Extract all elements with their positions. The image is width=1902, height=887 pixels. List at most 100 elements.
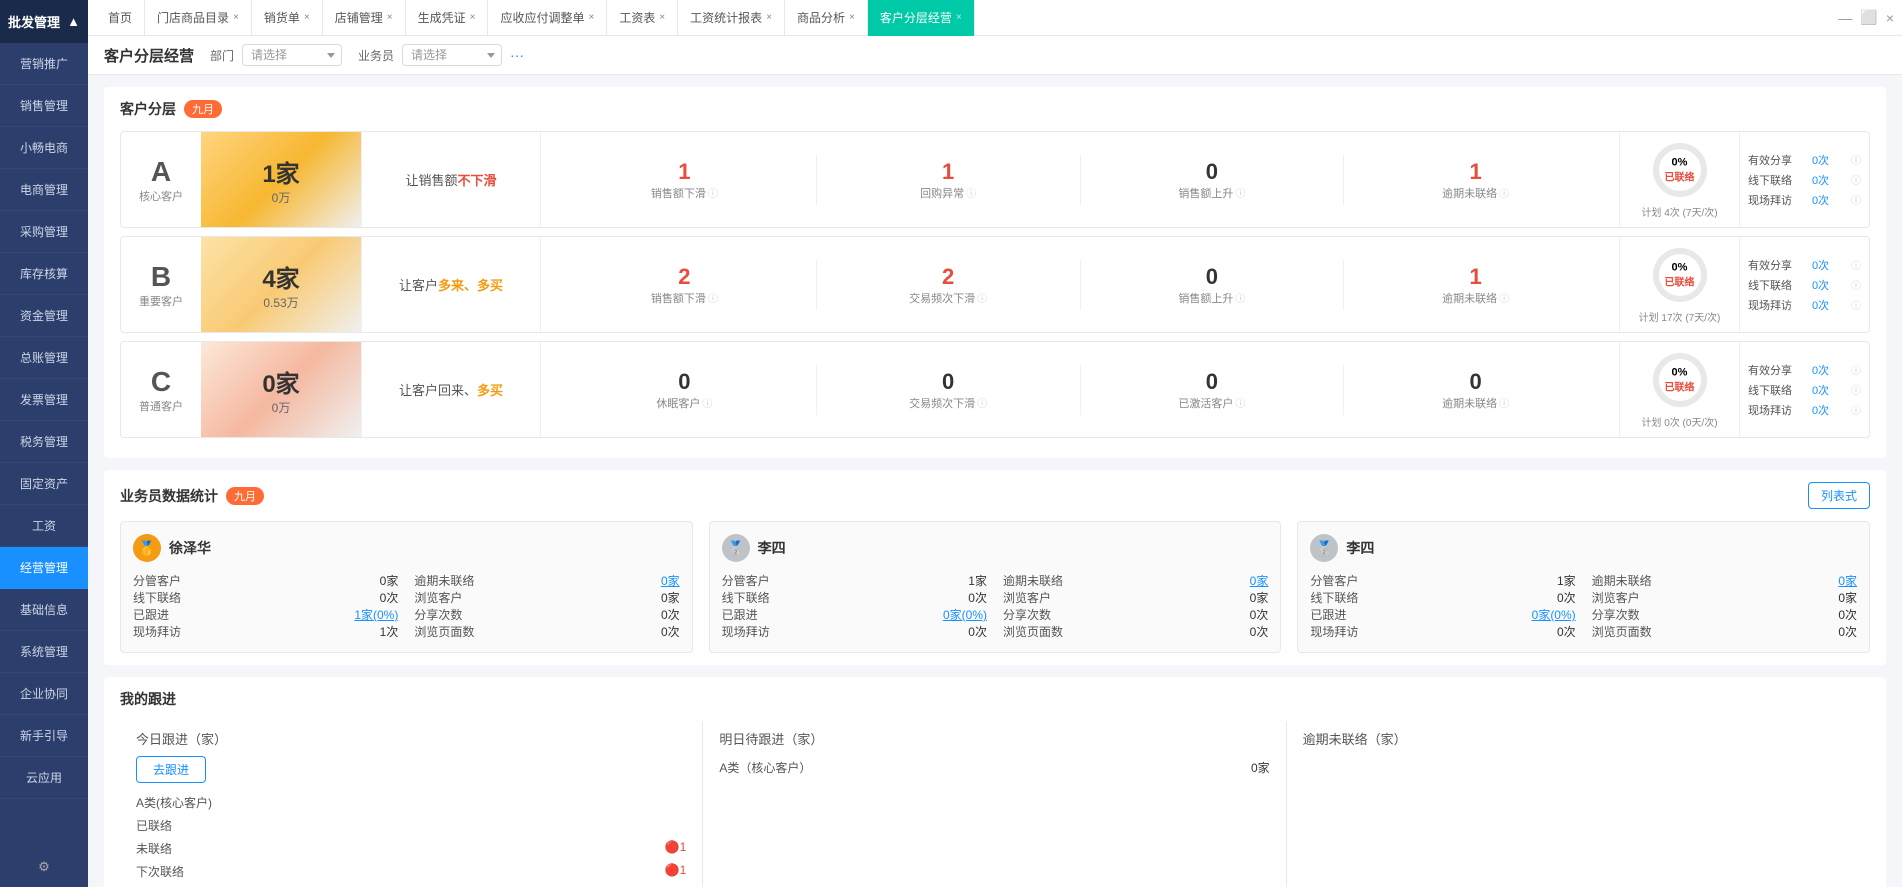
tab-close-icon[interactable]: × <box>659 12 665 23</box>
tab-label: 工资表 <box>619 9 655 26</box>
biz-stats-header: 业务员数据统计 九月 列表式 <box>120 482 1870 509</box>
sidebar-item-固定资产[interactable]: 固定资产 <box>0 463 88 505</box>
followup-overdue: 逾期未联络（家） <box>1287 721 1870 887</box>
list-view-button[interactable]: 列表式 <box>1808 482 1870 509</box>
staff-stat-row: 线下联络0次 <box>133 589 398 606</box>
tab-应收应付调整单[interactable]: 应收应付调整单× <box>488 0 607 36</box>
sidebar-item-电商管理[interactable]: 电商管理 <box>0 169 88 211</box>
tab-close-icon[interactable]: × <box>387 12 393 23</box>
stat-number[interactable]: 2 <box>942 264 954 290</box>
info-icon: ⓘ <box>977 290 987 305</box>
right-stat-row: 有效分享0次ⓘ <box>1748 362 1861 378</box>
stat-number[interactable]: 1 <box>942 159 954 185</box>
sidebar-item-云应用[interactable]: 云应用 <box>0 757 88 799</box>
stat-label: 销售额下滑 ⓘ <box>651 290 718 306</box>
tab-工资统计报表[interactable]: 工资统计报表× <box>678 0 785 36</box>
tab-close-icon[interactable]: × <box>233 12 239 23</box>
ring-container: 0%已联络 <box>1650 140 1710 200</box>
tab-生成凭证[interactable]: 生成凭证× <box>406 0 489 36</box>
stat-block: 1回购异常 ⓘ <box>817 155 1081 205</box>
stat-label: 逾期未联络 ⓘ <box>1442 185 1509 201</box>
tab-close-icon[interactable]: × <box>849 12 855 23</box>
sidebar-title: 批发管理 <box>8 12 60 31</box>
followup-grid: 今日跟进（家） 去跟进 A类(核心客户) 已联络 未联络 🔴1 下次联络 🔴1 <box>120 721 1870 887</box>
dept-filter: 部门 请选择 <box>210 44 342 66</box>
staff-avatar: 🥈 <box>722 534 750 562</box>
sidebar-item-销售管理[interactable]: 销售管理 <box>0 85 88 127</box>
sidebar-item-工资[interactable]: 工资 <box>0 505 88 547</box>
tier-letter: B <box>151 261 171 293</box>
tab-close-icon[interactable]: × <box>956 12 962 23</box>
tab-label: 销货单 <box>264 9 300 26</box>
tab-close-icon[interactable]: × <box>588 12 594 23</box>
followup-row: 已联络 <box>136 814 686 837</box>
more-options-icon[interactable]: ··· <box>510 47 524 63</box>
tab-销货单[interactable]: 销货单 × <box>252 0 323 36</box>
followup-row: 未联络 🔴1 <box>136 837 686 860</box>
tab-门店商品目录[interactable]: 门店商品目录× <box>145 0 252 36</box>
tier-count: 4家 <box>262 259 299 294</box>
staff-select[interactable]: 请选择 <box>402 44 502 66</box>
dept-select[interactable]: 请选择 <box>242 44 342 66</box>
stat-block: 0销售额上升 ⓘ <box>1081 260 1345 310</box>
goto-followup-button[interactable]: 去跟进 <box>136 756 206 783</box>
tab-close-icon[interactable]: × <box>304 12 310 23</box>
sidebar-item-小畅电商[interactable]: 小畅电商 <box>0 127 88 169</box>
tab-商品分析[interactable]: 商品分析× <box>785 0 868 36</box>
tier-label-cell: B重要客户 <box>121 237 201 332</box>
info-icon: ⓘ <box>1235 290 1245 305</box>
staff-stat-row: 分享次数0次 <box>1003 606 1268 623</box>
tier-suggest-cell: 让客户回来、多买 <box>361 342 541 437</box>
sidebar-item-系统管理[interactable]: 系统管理 <box>0 631 88 673</box>
sidebar-item-总账管理[interactable]: 总账管理 <box>0 337 88 379</box>
followup-section: 我的跟进 今日跟进（家） 去跟进 A类(核心客户) 已联络 未联络 🔴1 <box>104 677 1886 887</box>
sidebar-item-企业协同[interactable]: 企业协同 <box>0 673 88 715</box>
window-minimize-icon[interactable]: — <box>1838 10 1852 26</box>
sidebar-header[interactable]: 批发管理 ▲ <box>0 0 88 43</box>
followup-tomorrow: 明日待跟进（家） A类（核心客户） 0家 <box>703 721 1286 887</box>
tab-工资表[interactable]: 工资表 × <box>607 0 678 36</box>
tab-close-icon[interactable]: × <box>470 12 476 23</box>
info-icon: ⓘ <box>702 395 712 410</box>
stat-number[interactable]: 1 <box>1470 159 1482 185</box>
window-close-icon[interactable]: × <box>1886 10 1894 26</box>
staff-stat-row: 浏览客户0家 <box>1003 589 1268 606</box>
tier-row-C: C普通客户0家0万让客户回来、多买0休眠客户 ⓘ0交易频次下滑 ⓘ0已激活客户 … <box>120 341 1870 438</box>
tab-close-icon[interactable]: × <box>766 12 772 23</box>
stat-block: 2销售额下滑 ⓘ <box>553 260 817 310</box>
sidebar-item-经营管理[interactable]: 经营管理 <box>0 547 88 589</box>
customer-tier-section: 客户分层 九月 A核心客户1家0万让销售额不下滑1销售额下滑 ⓘ1回购异常 ⓘ0… <box>104 87 1886 458</box>
sidebar-item-营销推广[interactable]: 营销推广 <box>0 43 88 85</box>
sidebar-item-税务管理[interactable]: 税务管理 <box>0 421 88 463</box>
sidebar-item-基础信息[interactable]: 基础信息 <box>0 589 88 631</box>
followup-today: 今日跟进（家） 去跟进 A类(核心客户) 已联络 未联络 🔴1 下次联络 🔴1 <box>120 721 703 887</box>
stat-number[interactable]: 2 <box>678 264 690 290</box>
sidebar-item-库存核算[interactable]: 库存核算 <box>0 253 88 295</box>
tab-客户分层经营[interactable]: 客户分层经营× <box>868 0 975 36</box>
sidebar-item-发票管理[interactable]: 发票管理 <box>0 379 88 421</box>
tab-首页[interactable]: 首页 <box>96 0 145 36</box>
sidebar-settings[interactable]: ⚙ <box>0 847 88 887</box>
staff-stat-row: 分管客户0家 <box>133 572 398 589</box>
ring-percent: 0%已联络 <box>1665 262 1695 289</box>
followup-row: 下次联络 🔴1 <box>136 860 686 883</box>
sidebar-item-采购管理[interactable]: 采购管理 <box>0 211 88 253</box>
tier-name: 核心客户 <box>139 188 183 204</box>
right-stat-row: 有效分享0次ⓘ <box>1748 152 1861 168</box>
tier-letter: A <box>151 156 171 188</box>
stat-block: 0销售额上升 ⓘ <box>1081 155 1345 205</box>
main-area: 首页门店商品目录×销货单×店铺管理×生成凭证×应收应付调整单×工资表×工资统计报… <box>88 0 1902 887</box>
sidebar-item-新手引导[interactable]: 新手引导 <box>0 715 88 757</box>
stat-number: 0 <box>1206 369 1218 395</box>
stat-number[interactable]: 1 <box>1470 264 1482 290</box>
window-maximize-icon[interactable]: ⬜ <box>1860 9 1877 26</box>
stat-number[interactable]: 1 <box>678 159 690 185</box>
tab-店铺管理[interactable]: 店铺管理× <box>323 0 406 36</box>
info-icon: ⓘ <box>1499 185 1509 200</box>
tier-stats-cell: 2销售额下滑 ⓘ2交易频次下滑 ⓘ0销售额上升 ⓘ1逾期未联络 ⓘ <box>541 237 1619 332</box>
sidebar-item-资金管理[interactable]: 资金管理 <box>0 295 88 337</box>
info-icon: ⓘ <box>708 290 718 305</box>
info-icon: ⓘ <box>1499 395 1509 410</box>
staff-stat-row: 逾期未联络0家 <box>1003 572 1268 589</box>
ring-container: 0%已联络 <box>1650 350 1710 410</box>
